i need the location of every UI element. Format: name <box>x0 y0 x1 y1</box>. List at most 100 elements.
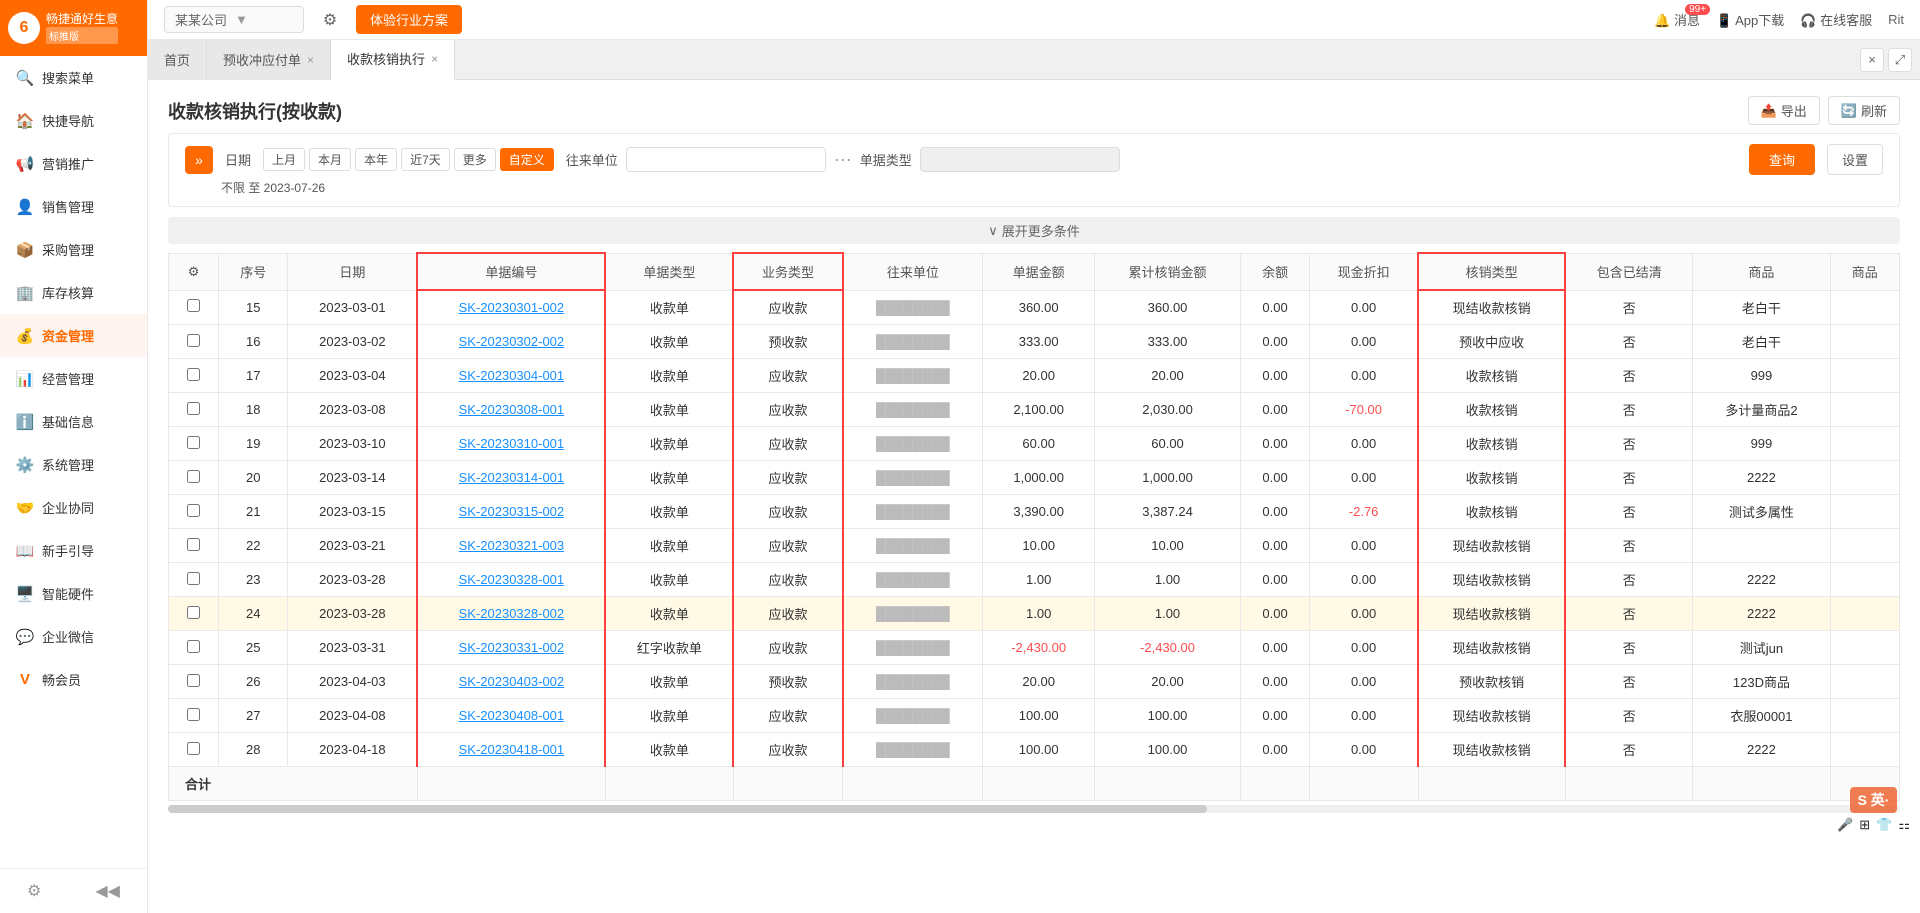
scroll-thumb[interactable] <box>168 805 1207 813</box>
horizontal-scrollbar[interactable] <box>168 805 1900 813</box>
last-month-btn[interactable]: 上月 <box>263 148 305 171</box>
app-download-link[interactable]: 📱 App下载 <box>1716 10 1784 29</box>
td-writeoff-amount: 60.00 <box>1095 427 1241 461</box>
td-checkbox[interactable] <box>169 733 219 767</box>
td-bill-no[interactable]: SK-20230301-002 <box>417 290 605 325</box>
td-include-settled: 否 <box>1565 290 1692 325</box>
td-bill-no[interactable]: SK-20230315-002 <box>417 495 605 529</box>
sidebar-item-member[interactable]: V 畅会员 <box>0 658 147 701</box>
td-checkbox[interactable] <box>169 597 219 631</box>
td-checkbox[interactable] <box>169 393 219 427</box>
td-cash-discount: 0.00 <box>1310 631 1418 665</box>
td-checkbox[interactable] <box>169 699 219 733</box>
td-date: 2023-04-08 <box>288 699 418 733</box>
td-checkbox[interactable] <box>169 290 219 325</box>
company-selector[interactable]: 某某公司 ▼ <box>164 6 304 33</box>
custom-date-btn[interactable]: 自定义 <box>500 148 554 171</box>
sidebar-item-enterprise[interactable]: 🤝 企业协同 <box>0 486 147 529</box>
td-cash-discount: 0.00 <box>1310 359 1418 393</box>
td-bill-no[interactable]: SK-20230403-002 <box>417 665 605 699</box>
td-bill-no[interactable]: SK-20230304-001 <box>417 359 605 393</box>
footer-customer <box>843 767 983 801</box>
td-bill-no[interactable]: SK-20230308-001 <box>417 393 605 427</box>
tab-prepay-close[interactable]: × <box>307 53 314 67</box>
sidebar-item-sales[interactable]: 👤 销售管理 <box>0 185 147 228</box>
td-balance: 0.00 <box>1240 733 1309 767</box>
td-cash-discount: 0.00 <box>1310 563 1418 597</box>
sidebar-item-basics[interactable]: ℹ️ 基础信息 <box>0 400 147 443</box>
th-biz-type: 业务类型 <box>733 253 842 290</box>
collapse-sidebar-btn[interactable]: ◀◀ <box>87 877 128 905</box>
column-settings-icon[interactable]: ⚙ <box>188 264 200 279</box>
setting-button[interactable]: 设置 <box>1827 144 1883 175</box>
td-cash-discount: 0.00 <box>1310 461 1418 495</box>
solution-button[interactable]: 体验行业方案 <box>356 5 462 34</box>
td-bill-no[interactable]: SK-20230328-002 <box>417 597 605 631</box>
td-bill-no[interactable]: SK-20230331-002 <box>417 631 605 665</box>
expand-more-btn[interactable]: ∨ 展开更多条件 <box>168 217 1900 244</box>
td-goods2 <box>1830 733 1899 767</box>
th-settings[interactable]: ⚙ <box>169 253 219 290</box>
td-bill-no[interactable]: SK-20230408-001 <box>417 699 605 733</box>
td-checkbox[interactable] <box>169 427 219 461</box>
td-bill-no[interactable]: SK-20230418-001 <box>417 733 605 767</box>
td-seq: 20 <box>219 461 288 495</box>
customer-filter-input[interactable] <box>626 147 826 172</box>
td-bill-type: 收款单 <box>605 325 733 359</box>
maximize-tab-btn[interactable]: ⤢ <box>1888 48 1912 72</box>
td-bill-no[interactable]: SK-20230328-001 <box>417 563 605 597</box>
sidebar-item-guide[interactable]: 📖 新手引导 <box>0 529 147 572</box>
this-month-btn[interactable]: 本月 <box>309 148 351 171</box>
app-label: App下载 <box>1735 13 1784 28</box>
td-checkbox[interactable] <box>169 529 219 563</box>
refresh-button[interactable]: 🔄 刷新 <box>1828 96 1900 125</box>
sidebar-item-search[interactable]: 🔍 搜索菜单 <box>0 56 147 99</box>
td-date: 2023-03-02 <box>288 325 418 359</box>
close-tab-btn[interactable]: × <box>1860 48 1884 72</box>
sidebar-item-operations[interactable]: 📊 经营管理 <box>0 357 147 400</box>
voucher-type-select[interactable] <box>920 147 1120 172</box>
td-bill-no[interactable]: SK-20230302-002 <box>417 325 605 359</box>
this-year-btn[interactable]: 本年 <box>355 148 397 171</box>
tab-home[interactable]: 首页 <box>148 40 207 80</box>
td-balance: 0.00 <box>1240 665 1309 699</box>
td-seq: 21 <box>219 495 288 529</box>
td-checkbox[interactable] <box>169 461 219 495</box>
tab-prepay[interactable]: 预收冲应付单 × <box>207 40 331 80</box>
td-bill-no[interactable]: SK-20230321-003 <box>417 529 605 563</box>
td-checkbox[interactable] <box>169 359 219 393</box>
td-checkbox[interactable] <box>169 495 219 529</box>
sidebar-item-quicknav[interactable]: 🏠 快捷导航 <box>0 99 147 142</box>
online-service-link[interactable]: 🎧 在线客服 <box>1800 10 1872 29</box>
gear-icon[interactable]: ⚙ <box>316 6 344 34</box>
td-checkbox[interactable] <box>169 325 219 359</box>
sidebar-item-purchase[interactable]: 📦 采购管理 <box>0 228 147 271</box>
filter-toggle-button[interactable]: » <box>185 146 213 174</box>
notification-bell[interactable]: 🔔 消息 99+ <box>1654 10 1700 29</box>
sidebar-item-finance[interactable]: 💰 资金管理 <box>0 314 147 357</box>
tab-collection-close[interactable]: × <box>431 52 438 66</box>
watermark-icons: 🎤 ⊞ 👕 ⚏ <box>1837 817 1910 833</box>
sidebar-item-inventory[interactable]: 🏢 库存核算 <box>0 271 147 314</box>
last-7-days-btn[interactable]: 近7天 <box>401 148 450 171</box>
sidebar-item-system[interactable]: ⚙️ 系统管理 <box>0 443 147 486</box>
notification-label: 消息 <box>1674 13 1700 28</box>
more-filter-dots[interactable]: ··· <box>834 149 852 170</box>
sidebar-item-wechat[interactable]: 💬 企业微信 <box>0 615 147 658</box>
settings-bottom-icon[interactable]: ⚙ <box>19 877 49 905</box>
td-checkbox[interactable] <box>169 563 219 597</box>
td-bill-no[interactable]: SK-20230310-001 <box>417 427 605 461</box>
td-bill-no[interactable]: SK-20230314-001 <box>417 461 605 495</box>
watermark-brand: S 英· <box>1850 787 1898 813</box>
td-checkbox[interactable] <box>169 665 219 699</box>
sidebar-item-marketing[interactable]: 📢 营销推广 <box>0 142 147 185</box>
sidebar-item-hardware[interactable]: 🖥️ 智能硬件 <box>0 572 147 615</box>
table-scroll[interactable]: ⚙ 序号 日期 单据编号 单据类型 业务类型 往来单位 单据金额 累计核销金额 … <box>168 252 1900 801</box>
td-amount: 1.00 <box>983 597 1095 631</box>
tab-collection[interactable]: 收款核销执行 × <box>331 40 455 80</box>
corner-watermark: S 英· 🎤 ⊞ 👕 ⚏ <box>1837 787 1910 833</box>
more-date-btn[interactable]: 更多 <box>454 148 496 171</box>
td-checkbox[interactable] <box>169 631 219 665</box>
query-button[interactable]: 查询 <box>1749 144 1815 175</box>
export-button[interactable]: 📤 导出 <box>1748 96 1820 125</box>
